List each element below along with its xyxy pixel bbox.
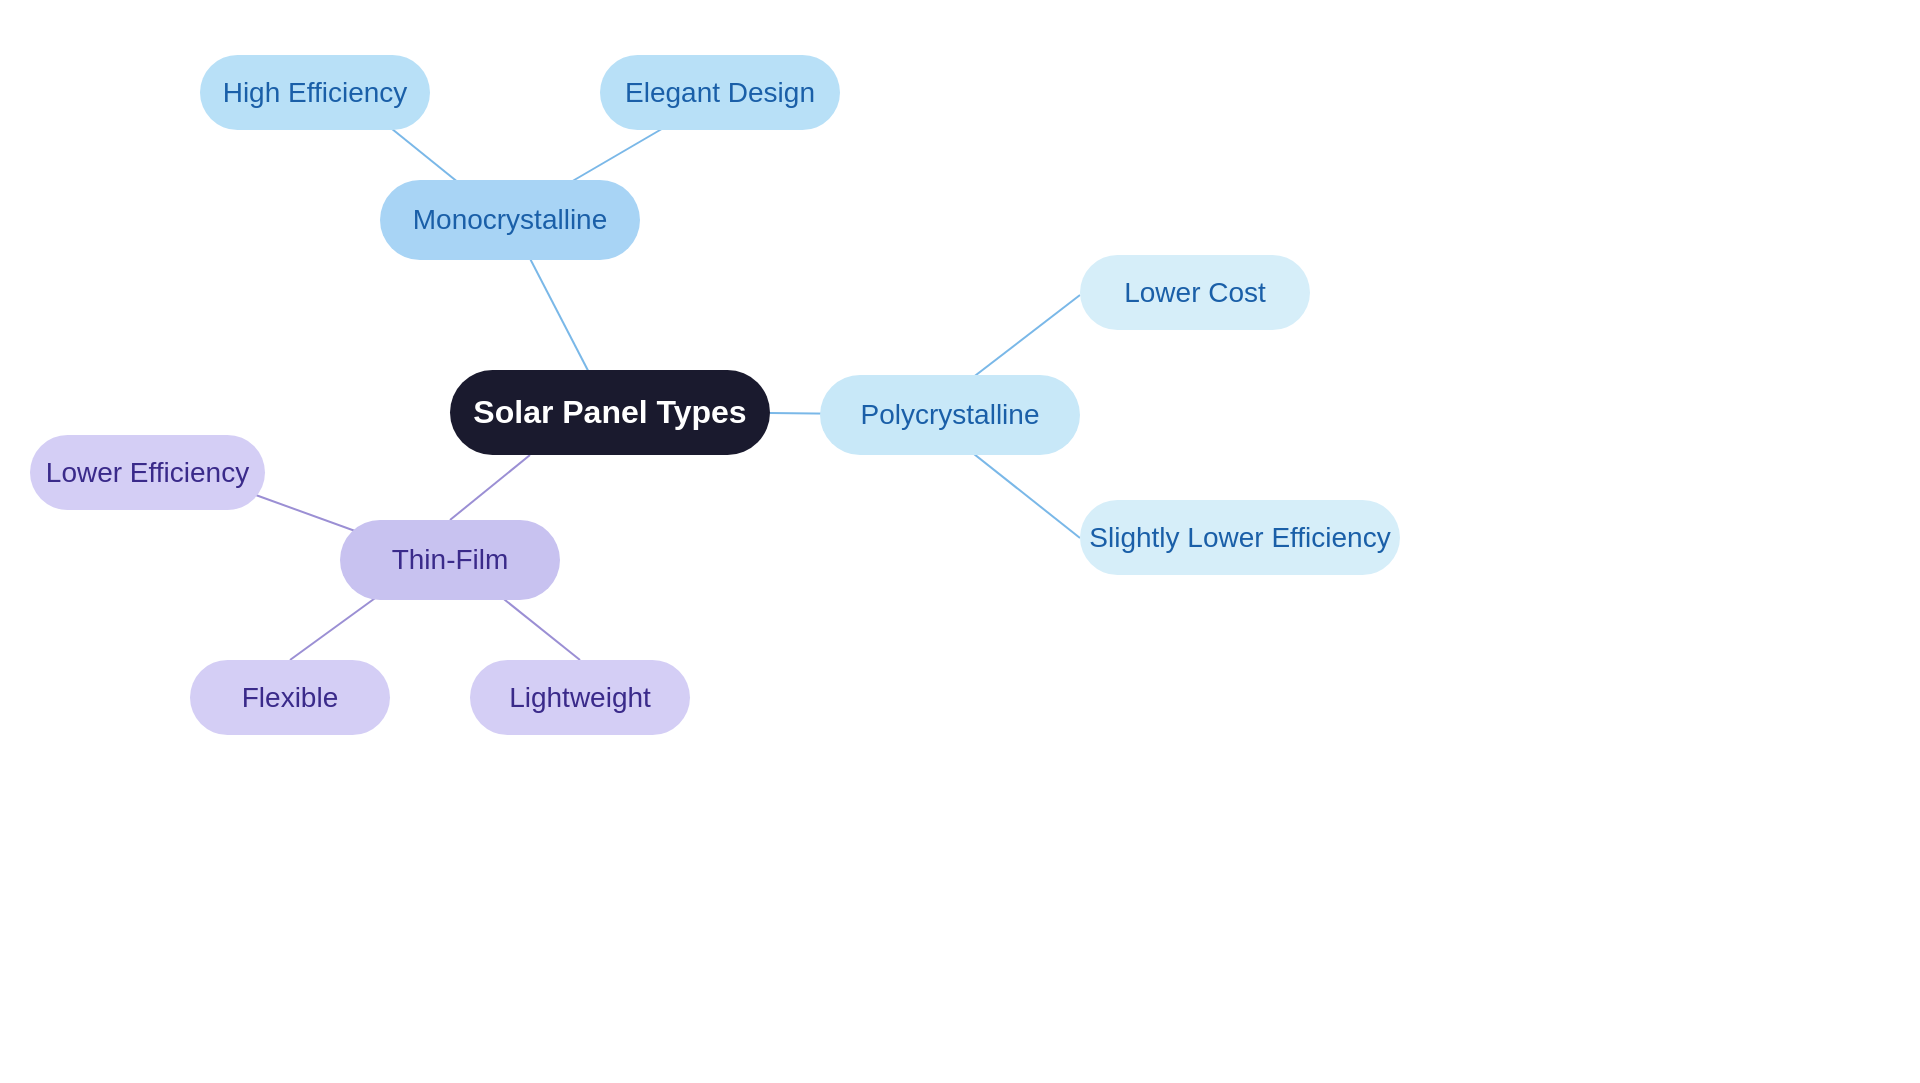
slightly-lower-efficiency-node: Slightly Lower Efficiency [1080, 500, 1400, 575]
high-efficiency-node: High Efficiency [200, 55, 430, 130]
polycrystalline-node: Polycrystalline [820, 375, 1080, 455]
lower-efficiency-node: Lower Efficiency [30, 435, 265, 510]
svg-line-6 [450, 455, 530, 520]
flexible-node: Flexible [190, 660, 390, 735]
elegant-design-node: Elegant Design [600, 55, 840, 130]
center-node: Solar Panel Types [450, 370, 770, 455]
thin-film-node: Thin-Film [340, 520, 560, 600]
lower-cost-node: Lower Cost [1080, 255, 1310, 330]
monocrystalline-node: Monocrystalline [380, 180, 640, 260]
mind-map-connections [0, 0, 1920, 1083]
lightweight-node: Lightweight [470, 660, 690, 735]
